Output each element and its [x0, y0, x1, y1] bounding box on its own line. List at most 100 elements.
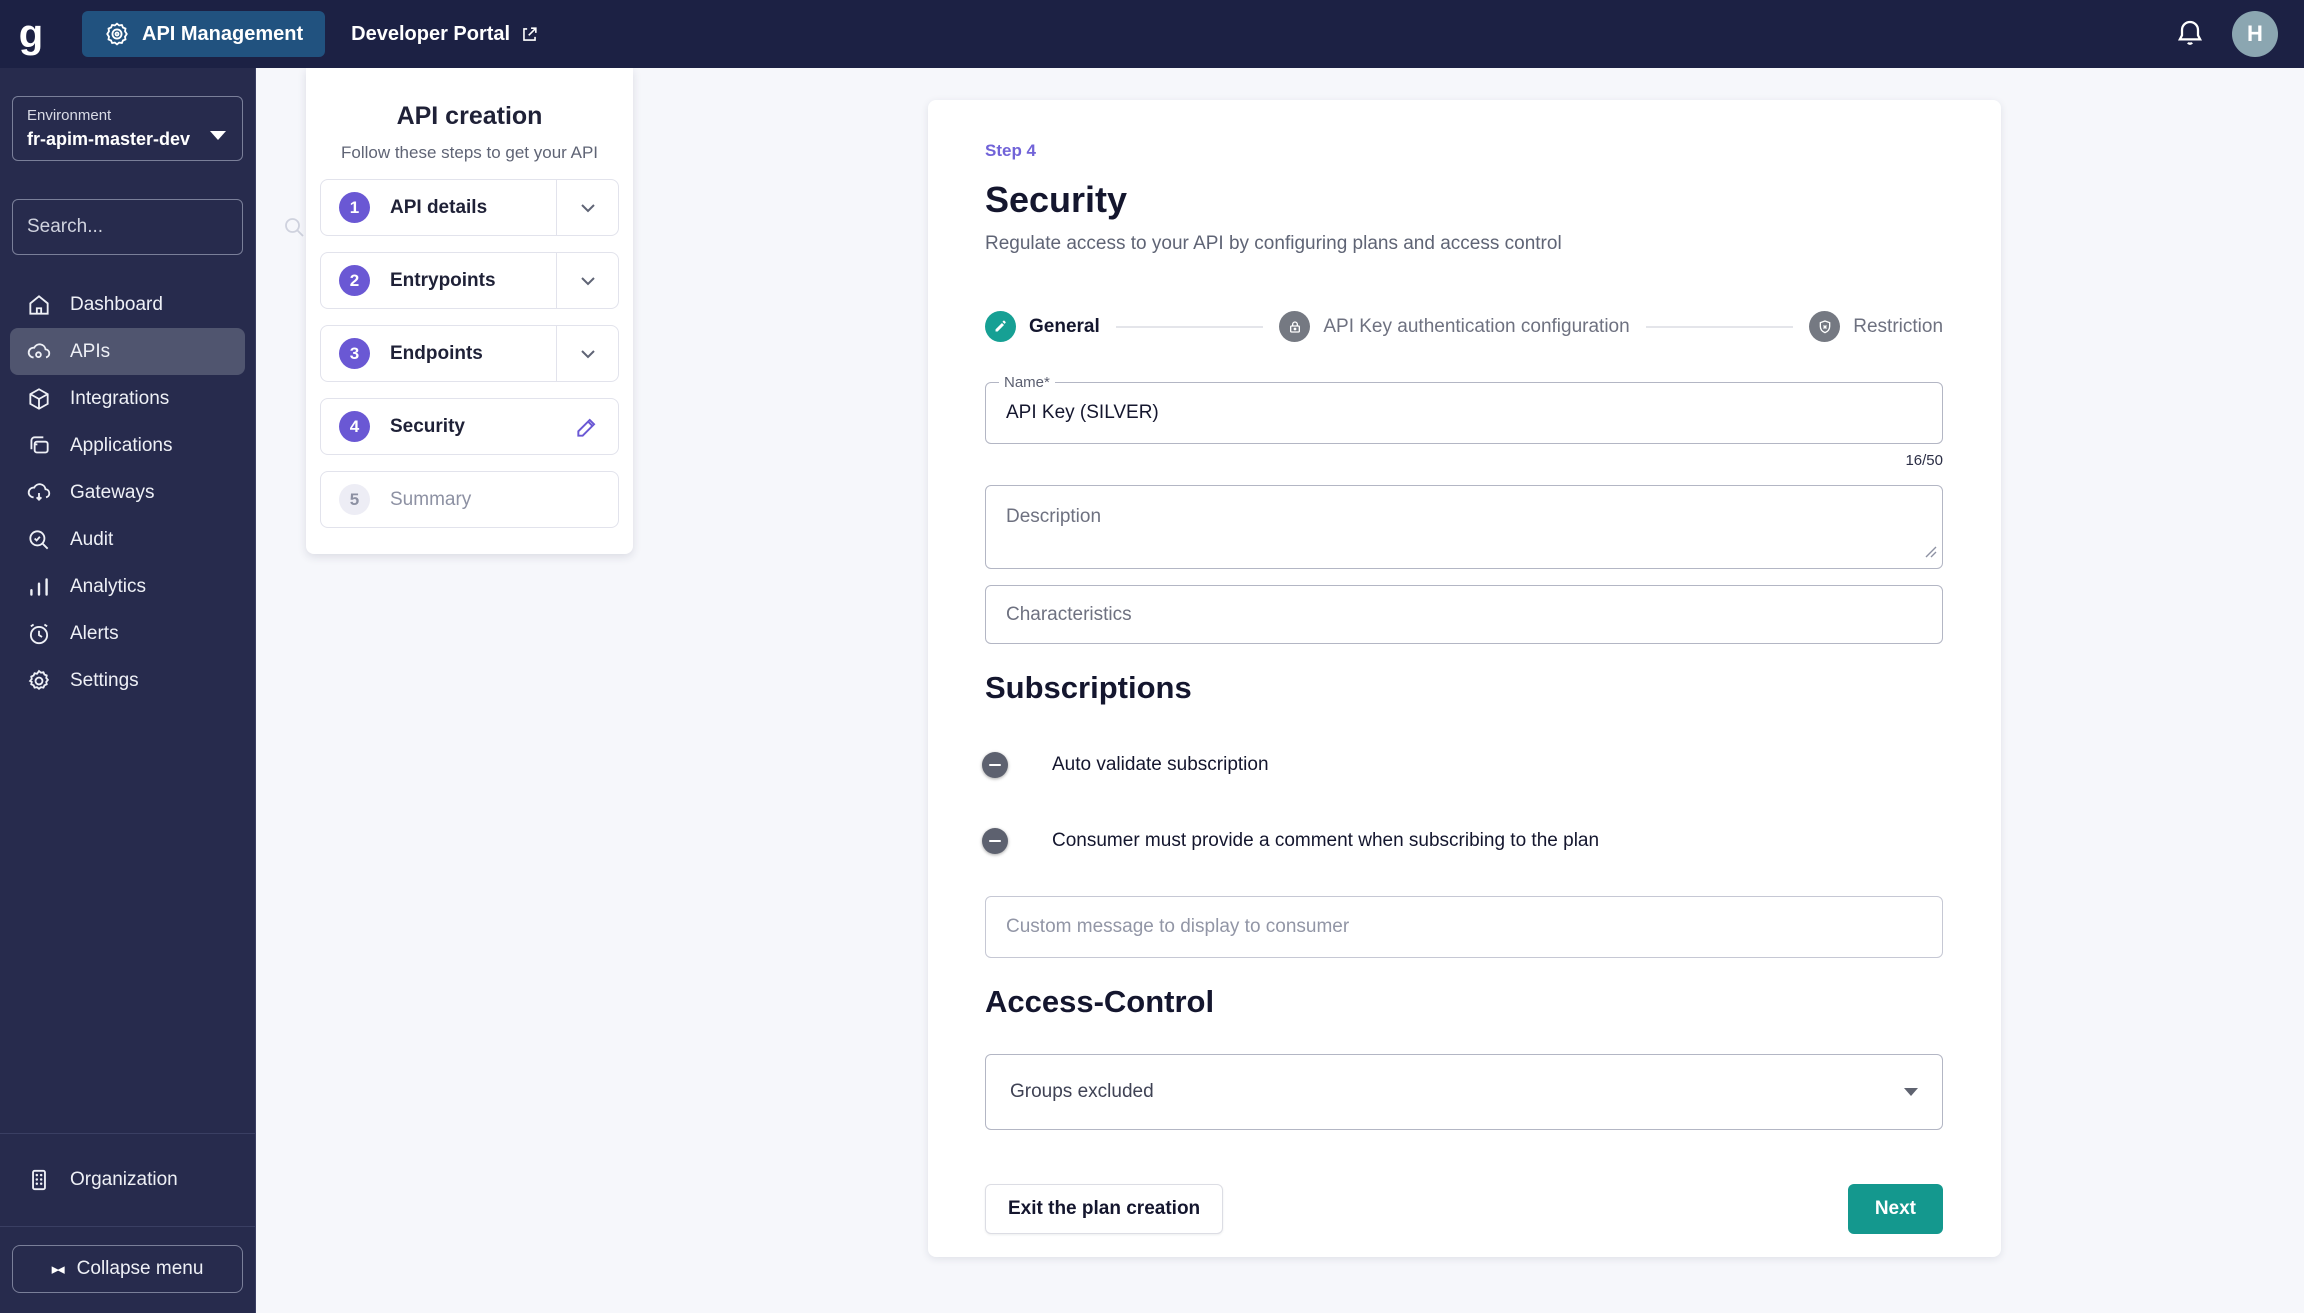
- substep-api-key-config[interactable]: API Key authentication configuration: [1279, 311, 1630, 342]
- step-number-badge: 5: [339, 484, 370, 515]
- expand-step-button[interactable]: [556, 326, 618, 381]
- chevron-down-icon: [576, 342, 600, 366]
- name-field-label: Name*: [999, 374, 1055, 391]
- collapse-menu-label: Collapse menu: [76, 1258, 204, 1279]
- sidebar-item-audit[interactable]: Audit: [0, 516, 255, 563]
- sidebar-item-settings[interactable]: Settings: [0, 657, 255, 704]
- step-number-badge: 3: [339, 338, 370, 369]
- exit-plan-creation-button[interactable]: Exit the plan creation: [985, 1184, 1224, 1234]
- gravitee-logo[interactable]: g: [0, 4, 62, 64]
- magnifier-check-icon: [26, 527, 52, 553]
- groups-excluded-select[interactable]: Groups excluded: [985, 1054, 1943, 1130]
- api-management-button[interactable]: API Management: [82, 11, 326, 57]
- developer-portal-label: Developer Portal: [351, 22, 511, 45]
- step-label: Endpoints: [390, 342, 483, 364]
- wizard-step-summary[interactable]: 5 Summary: [320, 471, 619, 528]
- name-char-counter: 16/50: [1905, 452, 1943, 469]
- chevron-down-icon: [576, 269, 600, 293]
- toggle-knob-off-icon: [982, 752, 1008, 778]
- auto-validate-toggle[interactable]: [982, 752, 1025, 778]
- lock-icon: [1279, 311, 1311, 342]
- step-label: Entrypoints: [390, 269, 496, 291]
- custom-message-input[interactable]: [986, 897, 1942, 957]
- sidebar-item-applications[interactable]: Applications: [0, 422, 255, 469]
- page-subtitle: Regulate access to your API by configuri…: [985, 233, 1562, 254]
- wizard-step-security[interactable]: 4 Security: [320, 398, 619, 455]
- resize-handle-icon[interactable]: [1925, 545, 1937, 563]
- user-avatar[interactable]: H: [2232, 11, 2278, 57]
- sidebar-item-gateways[interactable]: Gateways: [0, 469, 255, 516]
- edit-step-button[interactable]: [556, 399, 618, 454]
- next-button[interactable]: Next: [1847, 1184, 1943, 1234]
- substep-label: API Key authentication configuration: [1323, 315, 1630, 337]
- sidebar-item-label: Settings: [70, 669, 139, 691]
- wizard-step-endpoints[interactable]: 3 Endpoints: [320, 325, 619, 382]
- sidebar-search: [12, 199, 304, 255]
- gear-icon: [26, 668, 52, 694]
- step-number-badge: 4: [339, 411, 370, 442]
- name-input[interactable]: [986, 383, 1942, 443]
- description-textarea[interactable]: [986, 486, 1942, 568]
- bar-chart-icon: [26, 574, 52, 600]
- pencil-icon: [574, 414, 600, 440]
- sidebar-item-label: Analytics: [70, 575, 147, 597]
- custom-message-field: [985, 896, 1943, 958]
- sidebar-item-alerts[interactable]: Alerts: [0, 610, 255, 657]
- description-field: [985, 485, 1943, 569]
- toggle-label: Auto validate subscription: [1052, 754, 1269, 775]
- environment-value: fr-apim-master-dev: [27, 129, 191, 149]
- wizard-subtitle: Follow these steps to get your API: [340, 143, 599, 162]
- sidebar-item-organization[interactable]: Organization: [0, 1134, 255, 1226]
- building-icon: [26, 1167, 52, 1193]
- sidebar-nav: Dashboard APIs Integrations Applications…: [0, 281, 255, 704]
- windows-stack-icon: [26, 433, 52, 459]
- cloud-gear-icon: [26, 339, 52, 365]
- subscriptions-heading: Subscriptions: [985, 670, 1192, 705]
- toggle-label: Consumer must provide a comment when sub…: [1052, 830, 1600, 851]
- substep-general[interactable]: General: [985, 311, 1100, 342]
- notifications-bell-icon[interactable]: [2174, 18, 2206, 50]
- sidebar-item-label: Applications: [70, 434, 173, 456]
- environment-selector[interactable]: Environment fr-apim-master-dev: [12, 96, 243, 161]
- substep-restriction[interactable]: Restriction: [1809, 311, 1943, 342]
- wizard-step-entrypoints[interactable]: 2 Entrypoints: [320, 252, 619, 309]
- shield-x-icon: [1809, 311, 1841, 342]
- api-creation-panel: API creation Follow these steps to get y…: [306, 68, 633, 554]
- external-link-icon: [520, 25, 539, 44]
- security-step-card: Step 4 Security Regulate access to your …: [928, 100, 2001, 1257]
- sidebar-item-label: Alerts: [70, 622, 119, 644]
- substep-connector: [1645, 325, 1794, 328]
- sidebar-item-integrations[interactable]: Integrations: [0, 375, 255, 422]
- sidebar-item-label: Dashboard: [70, 293, 163, 315]
- substep-label: Restriction: [1853, 315, 1944, 337]
- step-label: API details: [390, 196, 488, 218]
- characteristics-field: [985, 585, 1943, 644]
- topbar-actions: H: [2174, 11, 2304, 57]
- step-indicator: Step 4: [985, 141, 1037, 160]
- sidebar-item-label: APIs: [70, 340, 111, 362]
- toggle-knob-off-icon: [982, 828, 1008, 854]
- chevron-down-icon: [576, 196, 600, 220]
- sidebar-item-analytics[interactable]: Analytics: [0, 563, 255, 610]
- access-control-heading: Access-Control: [985, 984, 1215, 1019]
- search-input[interactable]: [27, 216, 272, 238]
- auto-validate-toggle-row: Auto validate subscription: [982, 752, 1943, 778]
- cube-icon: [26, 386, 52, 412]
- sidebar-item-apis[interactable]: APIs: [10, 328, 245, 375]
- expand-step-button[interactable]: [556, 253, 618, 308]
- developer-portal-link[interactable]: Developer Portal: [351, 23, 539, 46]
- sidebar-item-label: Integrations: [70, 387, 170, 409]
- step-number-badge: 1: [339, 192, 370, 223]
- dropdown-caret-icon: [1904, 1088, 1918, 1096]
- sidebar-item-label: Gateways: [70, 481, 155, 503]
- wizard-step-api-details[interactable]: 1 API details: [320, 179, 619, 236]
- gear-badge-icon: [104, 21, 130, 47]
- substep-label: General: [1029, 315, 1100, 337]
- page-title: Security: [985, 179, 1128, 220]
- comment-required-toggle[interactable]: [982, 828, 1025, 854]
- expand-step-button[interactable]: [556, 180, 618, 235]
- characteristics-input[interactable]: [986, 586, 1942, 643]
- form-footer: Exit the plan creation Next: [985, 1184, 1943, 1234]
- collapse-menu-button[interactable]: ▸◂ Collapse menu: [12, 1245, 243, 1293]
- sidebar-item-dashboard[interactable]: Dashboard: [0, 281, 255, 328]
